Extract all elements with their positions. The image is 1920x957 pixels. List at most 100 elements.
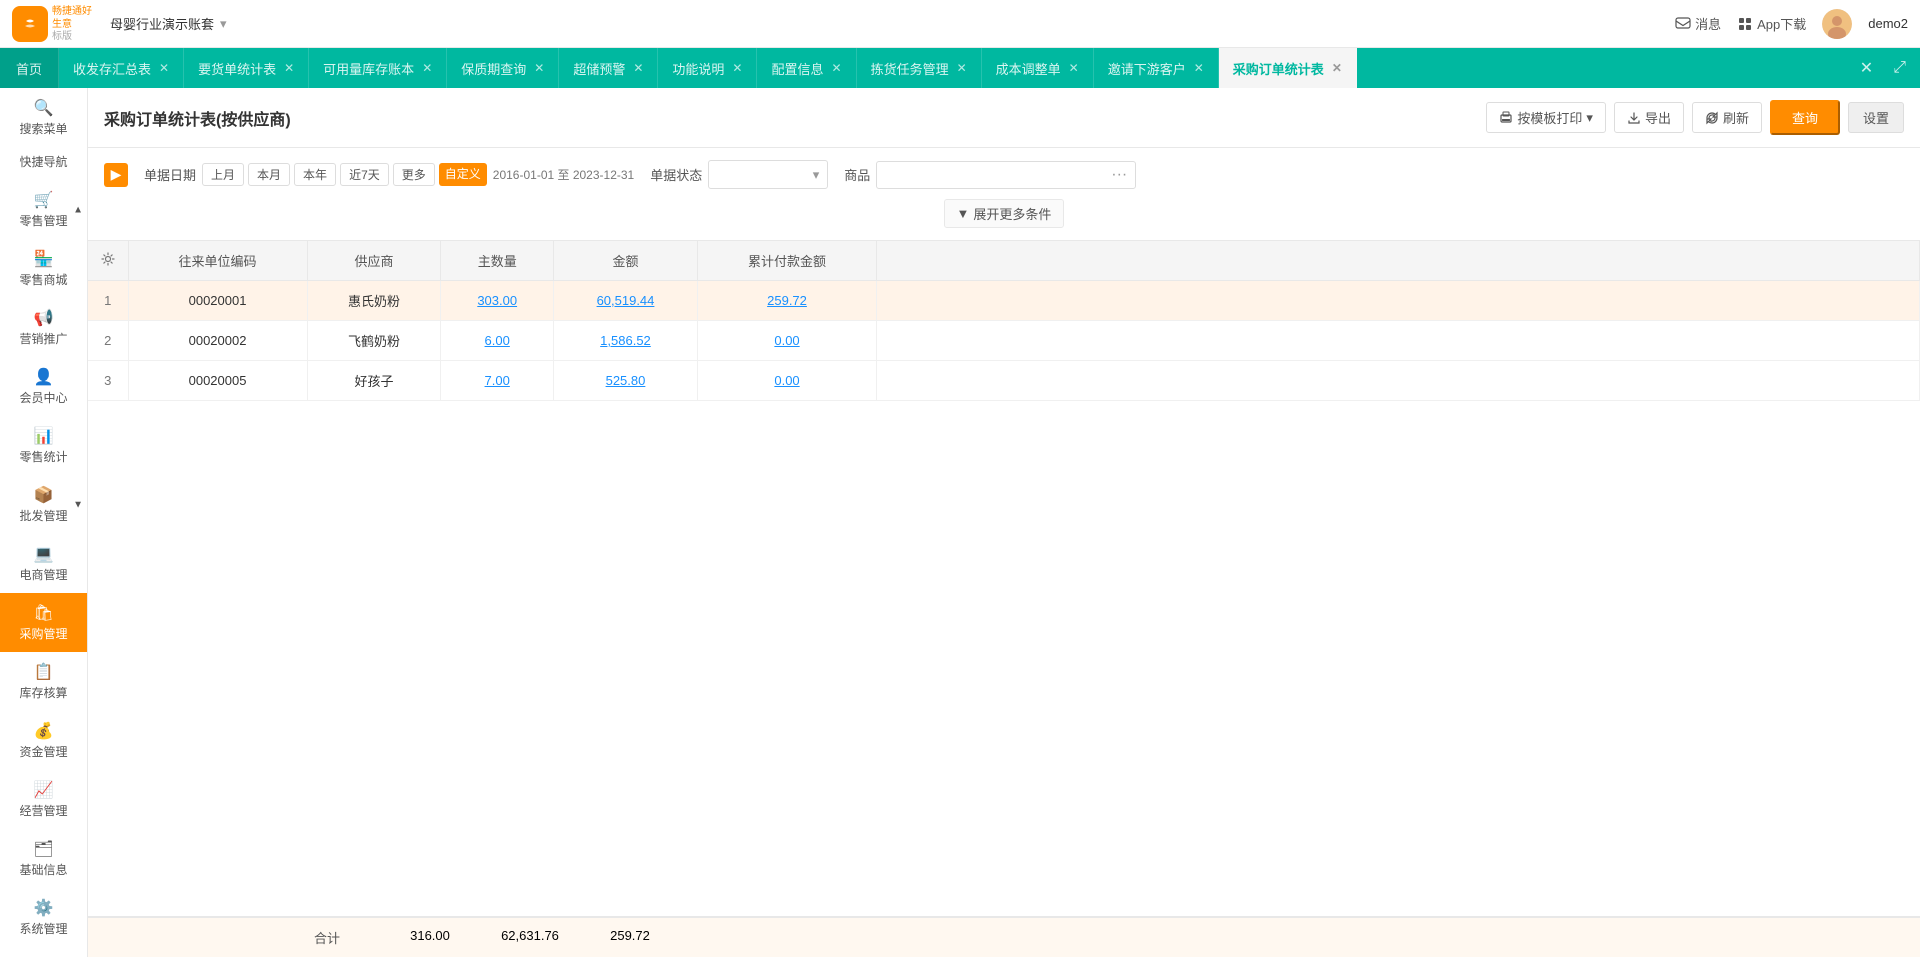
tab-home[interactable]: 首页 [0, 48, 59, 88]
workspace-selector[interactable]: 母婴行业演示账套 ▾ [100, 14, 1675, 33]
tab-expiry[interactable]: 保质期查询 ✕ [447, 48, 559, 88]
row-paid-1[interactable]: 259.72 [697, 281, 876, 321]
row-amount-3[interactable]: 525.80 [553, 361, 697, 401]
tab-overstock-close[interactable]: ✕ [633, 61, 643, 75]
user-name[interactable]: demo2 [1868, 16, 1908, 31]
tab-receive-send[interactable]: 收发存汇总表 ✕ [59, 48, 184, 88]
tab-invite[interactable]: 邀请下游客户 ✕ [1094, 48, 1219, 88]
tab-receive-send-close[interactable]: ✕ [159, 61, 169, 75]
row-amount-1[interactable]: 60,519.44 [553, 281, 697, 321]
print-chevron-icon: ▾ [1586, 110, 1593, 126]
sidebar-item-marketing[interactable]: 📢 营销推广 [0, 298, 87, 357]
tab-overstock[interactable]: 超储预警 ✕ [559, 48, 658, 88]
retail-stat-icon: 📊 [4, 426, 83, 446]
row-qty-3[interactable]: 7.00 [441, 361, 554, 401]
sidebar-item-retail[interactable]: 🛒 零售管理 ▲ [0, 180, 87, 239]
filter-row2: ▼ 展开更多条件 [104, 199, 1904, 228]
tab-expiry-label: 保质期查询 [461, 59, 526, 78]
status-chevron-icon: ▾ [813, 167, 820, 183]
sidebar-item-retail-stat[interactable]: 📊 零售统计 [0, 416, 87, 475]
tab-maximize-button[interactable]: ⤢ [1887, 57, 1912, 79]
th-extra [877, 241, 1920, 281]
tab-invite-close[interactable]: ✕ [1194, 61, 1204, 75]
tab-cost-adj[interactable]: 成本调整单 ✕ [982, 48, 1094, 88]
sidebar-item-inventory[interactable]: 📋 库存核算 [0, 652, 87, 711]
date-shortcut-this-year[interactable]: 本年 [294, 163, 336, 186]
tab-purchase-stat[interactable]: 采购订单统计表 ✕ [1219, 48, 1357, 88]
sidebar-item-member[interactable]: 👤 会员中心 [0, 357, 87, 416]
date-shortcut-last-month[interactable]: 上月 [202, 163, 244, 186]
sidebar-item-operations[interactable]: 📈 经营管理 [0, 770, 87, 829]
query-button[interactable]: 查询 [1770, 100, 1840, 135]
sidebar-item-retail-mall[interactable]: 🏪 零售商城 [0, 239, 87, 298]
status-value [717, 165, 730, 184]
row-extra-1 [877, 281, 1920, 321]
finance-icon: 💰 [4, 721, 83, 741]
retail-stat-label: 零售统计 [19, 450, 67, 464]
tab-purchase-stat-close[interactable]: ✕ [1332, 61, 1342, 75]
tab-cost-adj-close[interactable]: ✕ [1069, 61, 1079, 75]
setting-button[interactable]: 设置 [1848, 102, 1904, 133]
tab-stock-book[interactable]: 可用量库存账本 ✕ [309, 48, 447, 88]
filter-toggle-icon: ▶ [111, 166, 122, 183]
tab-goods-stat-close[interactable]: ✕ [284, 61, 294, 75]
operations-icon: 📈 [4, 780, 83, 800]
top-bar: 畅捷通好生意 标版 母婴行业演示账套 ▾ 消息 App下载 [0, 0, 1920, 48]
message-button[interactable]: 消息 [1675, 14, 1721, 33]
sidebar-search[interactable]: 🔍 搜索菜单 [0, 88, 87, 143]
expand-more-label: 展开更多条件 [973, 204, 1051, 223]
workspace-name: 母婴行业演示账套 [110, 14, 214, 33]
tab-pick-task-close[interactable]: ✕ [957, 61, 967, 75]
app-download-button[interactable]: App下载 [1737, 14, 1806, 33]
refresh-button[interactable]: 刷新 [1692, 102, 1762, 133]
date-shortcut-7-days[interactable]: 近7天 [340, 163, 389, 186]
purchase-icon: 🛍 [4, 603, 83, 623]
sidebar-item-finance[interactable]: 💰 资金管理 [0, 711, 87, 770]
date-custom-badge[interactable]: 自定义 [439, 163, 487, 186]
expand-more-button[interactable]: ▼ 展开更多条件 [944, 199, 1065, 228]
th-gear[interactable] [88, 241, 128, 281]
export-label: 导出 [1645, 108, 1671, 127]
tab-config-label: 配置信息 [771, 59, 823, 78]
tab-close-all-button[interactable]: ✕ [1854, 56, 1879, 80]
tab-goods-stat[interactable]: 要货单统计表 ✕ [184, 48, 309, 88]
tab-pick-task-label: 拣货任务管理 [871, 59, 949, 78]
goods-more-icon[interactable]: ··· [1111, 166, 1127, 184]
tab-expiry-close[interactable]: ✕ [534, 61, 544, 75]
tab-stock-book-close[interactable]: ✕ [422, 61, 432, 75]
export-button[interactable]: 导出 [1614, 102, 1684, 133]
logo-icon [12, 6, 48, 42]
operations-label: 经营管理 [19, 804, 67, 818]
sidebar-item-ecommerce[interactable]: 💻 电商管理 [0, 534, 87, 593]
row-paid-3[interactable]: 0.00 [697, 361, 876, 401]
table-header-row: 往来单位编码 供应商 主数量 金额 累计付款金额 [88, 241, 1920, 281]
page-header: 采购订单统计表(按供应商) 按模板打印 ▾ [88, 88, 1920, 148]
user-avatar[interactable] [1822, 9, 1852, 39]
sidebar-item-basic[interactable]: 🗂 基础信息 [0, 829, 87, 888]
row-qty-2[interactable]: 6.00 [441, 321, 554, 361]
sidebar-item-system[interactable]: ⚙️ 系统管理 [0, 888, 87, 947]
date-shortcut-more[interactable]: 更多 [393, 163, 435, 186]
date-shortcut-this-month[interactable]: 本月 [248, 163, 290, 186]
th-paid: 累计付款金额 [697, 241, 876, 281]
tab-config-close[interactable]: ✕ [832, 61, 842, 75]
sidebar-item-wholesale[interactable]: 📦 批发管理 ▼ [0, 475, 87, 534]
row-qty-1[interactable]: 303.00 [441, 281, 554, 321]
marketing-label: 营销推广 [19, 332, 67, 346]
sidebar-item-purchase[interactable]: 🛍 采购管理 [0, 593, 87, 652]
goods-input[interactable]: ··· [876, 161, 1136, 189]
tab-func-desc-close[interactable]: ✕ [732, 61, 742, 75]
print-button[interactable]: 按模板打印 ▾ [1486, 102, 1606, 133]
row-paid-2[interactable]: 0.00 [697, 321, 876, 361]
tab-func-desc-label: 功能说明 [672, 59, 724, 78]
tab-pick-task[interactable]: 拣货任务管理 ✕ [857, 48, 982, 88]
status-select[interactable]: ▾ [708, 160, 828, 189]
logo-area: 畅捷通好生意 标版 [12, 5, 100, 43]
sidebar-item-enterprise[interactable]: 🏢 企业协同 [0, 947, 87, 957]
tab-func-desc[interactable]: 功能说明 ✕ [658, 48, 757, 88]
filter-toggle-button[interactable]: ▶ [104, 163, 128, 187]
logo-text: 畅捷通好生意 标版 [52, 5, 100, 43]
row-amount-2[interactable]: 1,586.52 [553, 321, 697, 361]
tab-config[interactable]: 配置信息 ✕ [757, 48, 856, 88]
tab-bar-right: ✕ ⤢ [1846, 48, 1920, 88]
